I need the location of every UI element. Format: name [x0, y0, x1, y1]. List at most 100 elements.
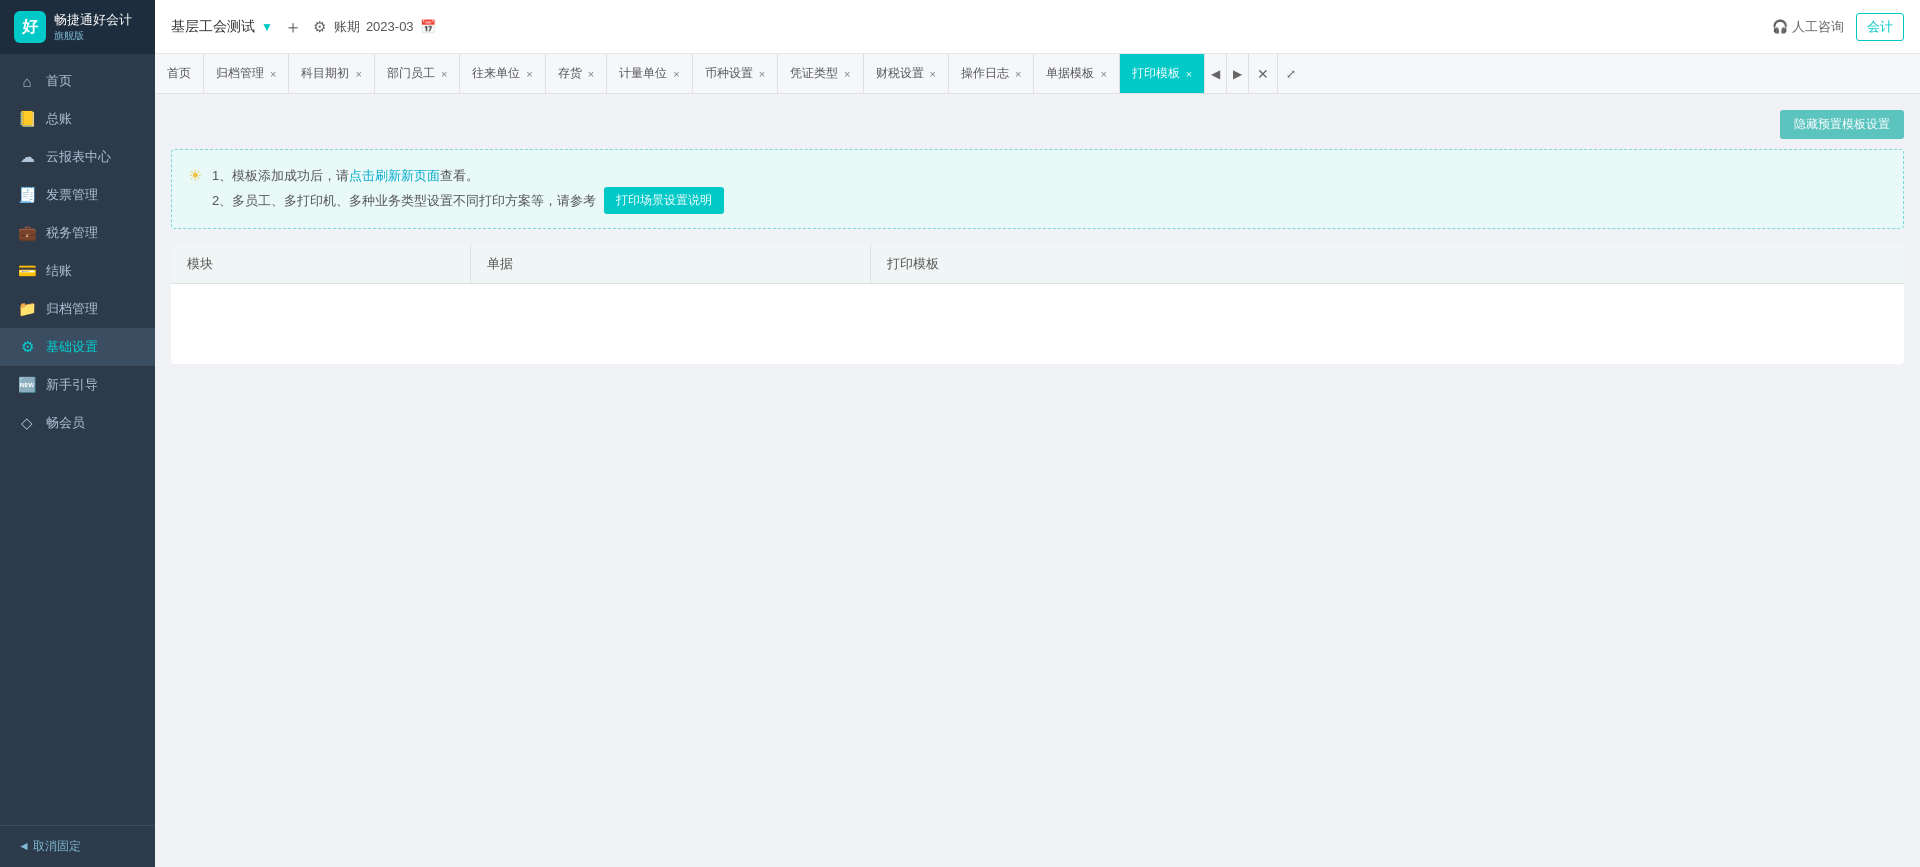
sidebar-label-checkout: 结账 [46, 262, 72, 280]
sidebar-item-home[interactable]: ⌂ 首页 [0, 62, 155, 100]
sidebar-label-reports: 云报表中心 [46, 148, 111, 166]
tab-operation-log[interactable]: 操作日志 × [949, 54, 1034, 93]
tab-close-department[interactable]: × [441, 68, 447, 80]
unpin-button[interactable]: ◄ 取消固定 [0, 825, 155, 867]
company-selector[interactable]: 基层工会测试 ▼ [171, 18, 273, 36]
tab-currency[interactable]: 币种设置 × [693, 54, 778, 93]
sidebar-nav: ⌂ 首页 📒 总账 ☁ 云报表中心 🧾 发票管理 💼 税务管理 💳 结账 📁 归… [0, 54, 155, 825]
customer-service-label: 人工咨询 [1792, 18, 1844, 36]
period-info: 账期 2023-03 📅 [334, 18, 436, 36]
sidebar-label-archive: 归档管理 [46, 300, 98, 318]
tab-print-template[interactable]: 打印模板 × [1120, 54, 1205, 93]
tab-home[interactable]: 首页 [155, 54, 204, 93]
settings-icon: ⚙ [18, 338, 36, 356]
hide-template-button[interactable]: 隐藏预置模板设置 [1780, 110, 1904, 139]
header-right: 🎧 人工咨询 会计 [1772, 13, 1904, 41]
tab-expand-button[interactable]: ⤢ [1278, 54, 1304, 93]
tab-subject-init[interactable]: 科目期初 × [289, 54, 374, 93]
sidebar-item-reports[interactable]: ☁ 云报表中心 [0, 138, 155, 176]
col-header-document: 单据 [471, 245, 871, 283]
archive-icon: 📁 [18, 300, 36, 318]
reports-icon: ☁ [18, 148, 36, 166]
table-body [171, 284, 1904, 364]
sidebar-item-checkout[interactable]: 💳 结账 [0, 252, 155, 290]
member-icon: ◇ [18, 414, 36, 432]
tax-icon: 💼 [18, 224, 36, 242]
top-header: 基层工会测试 ▼ ＋ ⚙ 账期 2023-03 📅 🎧 人工咨询 会计 [155, 0, 1920, 54]
sidebar-item-archive[interactable]: 📁 归档管理 [0, 290, 155, 328]
info-line1-prefix: 1、模板添加成功后，请 [212, 168, 349, 183]
tab-close-document-template[interactable]: × [1100, 68, 1106, 80]
refresh-link[interactable]: 点击刷新新页面 [349, 168, 440, 183]
tab-tax-settings[interactable]: 财税设置 × [864, 54, 949, 93]
print-scene-button[interactable]: 打印场景设置说明 [604, 187, 724, 214]
sidebar-label-guide: 新手引导 [46, 376, 98, 394]
sidebar-label-settings: 基础设置 [46, 338, 98, 356]
tab-next-button[interactable]: ▶ [1227, 54, 1249, 93]
sidebar-label-invoice: 发票管理 [46, 186, 98, 204]
tab-close-currency[interactable]: × [759, 68, 765, 80]
tab-unit[interactable]: 计量单位 × [607, 54, 692, 93]
page-content: 隐藏预置模板设置 ☀ 1、模板添加成功后，请点击刷新新页面查看。 2、多员工、多… [155, 94, 1920, 867]
sidebar-item-guide[interactable]: 🆕 新手引导 [0, 366, 155, 404]
checkout-icon: 💳 [18, 262, 36, 280]
sidebar-label-member: 畅会员 [46, 414, 85, 432]
app-logo: 好 畅捷通好会计 旗舰版 [0, 0, 155, 54]
sidebar-item-member[interactable]: ◇ 畅会员 [0, 404, 155, 442]
logo-text: 畅捷通好会计 旗舰版 [54, 12, 132, 42]
bulb-icon: ☀ [188, 166, 202, 185]
account-button[interactable]: 会计 [1856, 13, 1904, 41]
info-line2: 2、多员工、多打印机、多种业务类型设置不同打印方案等，请参考 [212, 189, 596, 212]
hide-template-area: 隐藏预置模板设置 [171, 110, 1904, 139]
data-table: 模块 单据 打印模板 [171, 245, 1904, 364]
tab-document-template[interactable]: 单据模板 × [1034, 54, 1119, 93]
tab-close-tax-settings[interactable]: × [930, 68, 936, 80]
sidebar-label-tax: 税务管理 [46, 224, 98, 242]
tab-close-inventory[interactable]: × [588, 68, 594, 80]
invoice-icon: 🧾 [18, 186, 36, 204]
table-header: 模块 单据 打印模板 [171, 245, 1904, 284]
sidebar-item-invoice[interactable]: 🧾 发票管理 [0, 176, 155, 214]
info-line1-suffix: 查看。 [440, 168, 479, 183]
info-box: ☀ 1、模板添加成功后，请点击刷新新页面查看。 2、多员工、多打印机、多种业务类… [171, 149, 1904, 229]
sidebar: 好 畅捷通好会计 旗舰版 ⌂ 首页 📒 总账 ☁ 云报表中心 🧾 发票管理 💼 … [0, 0, 155, 867]
tab-close-archive[interactable]: × [270, 68, 276, 80]
tab-close-voucher-type[interactable]: × [844, 68, 850, 80]
tab-contacts[interactable]: 往来单位 × [460, 54, 545, 93]
info-text: 1、模板添加成功后，请点击刷新新页面查看。 2、多员工、多打印机、多种业务类型设… [212, 164, 724, 214]
guide-icon: 🆕 [18, 376, 36, 394]
main-area: 基层工会测试 ▼ ＋ ⚙ 账期 2023-03 📅 🎧 人工咨询 会计 首页 归… [155, 0, 1920, 867]
tab-close-all-button[interactable]: ✕ [1249, 54, 1278, 93]
sidebar-label-ledger: 总账 [46, 110, 72, 128]
logo-icon: 好 [14, 11, 46, 43]
period-value: 2023-03 [366, 19, 414, 34]
headset-icon: 🎧 [1772, 19, 1788, 34]
sidebar-label-home: 首页 [46, 72, 72, 90]
col-header-print-template: 打印模板 [871, 245, 1904, 283]
home-icon: ⌂ [18, 73, 36, 90]
customer-service-button[interactable]: 🎧 人工咨询 [1772, 18, 1844, 36]
tab-prev-button[interactable]: ◀ [1205, 54, 1227, 93]
header-left: 基层工会测试 ▼ ＋ ⚙ 账期 2023-03 📅 [171, 15, 436, 39]
tab-inventory[interactable]: 存货 × [546, 54, 607, 93]
tab-close-contacts[interactable]: × [526, 68, 532, 80]
company-name: 基层工会测试 [171, 18, 255, 36]
sidebar-item-tax[interactable]: 💼 税务管理 [0, 214, 155, 252]
calendar-icon[interactable]: 📅 [420, 19, 436, 34]
add-tab-button[interactable]: ＋ [281, 15, 305, 39]
sidebar-item-ledger[interactable]: 📒 总账 [0, 100, 155, 138]
sidebar-item-settings[interactable]: ⚙ 基础设置 [0, 328, 155, 366]
tab-close-operation-log[interactable]: × [1015, 68, 1021, 80]
tab-archive[interactable]: 归档管理 × [204, 54, 289, 93]
tab-department[interactable]: 部门员工 × [375, 54, 460, 93]
period-label: 账期 [334, 18, 360, 36]
ledger-icon: 📒 [18, 110, 36, 128]
tab-voucher-type[interactable]: 凭证类型 × [778, 54, 863, 93]
col-header-module: 模块 [171, 245, 471, 283]
tab-close-subject-init[interactable]: × [355, 68, 361, 80]
tab-close-unit[interactable]: × [673, 68, 679, 80]
settings-gear-button[interactable]: ⚙ [313, 18, 326, 36]
tab-close-print-template[interactable]: × [1186, 68, 1192, 80]
dropdown-icon: ▼ [261, 20, 273, 34]
tab-bar: 首页 归档管理 × 科目期初 × 部门员工 × 往来单位 × 存货 × 计量单位… [155, 54, 1920, 94]
